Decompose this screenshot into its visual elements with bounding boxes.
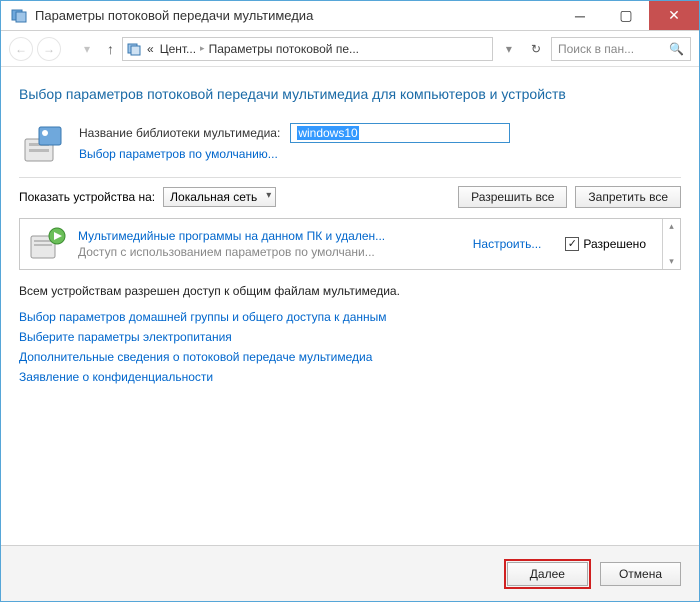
related-links: Выбор параметров домашней группы и общег…: [19, 310, 681, 384]
device-icon: [28, 224, 68, 264]
nav-toolbar: ← → ▾ ↑ « Цент... ▸ Параметры потоковой …: [1, 31, 699, 67]
dropdown-history-button[interactable]: ▾: [497, 37, 521, 61]
search-icon: 🔍: [669, 42, 684, 56]
nav-back-button[interactable]: ←: [9, 37, 33, 61]
minimize-button[interactable]: ─: [557, 1, 603, 30]
link-privacy[interactable]: Заявление о конфиденциальности: [19, 370, 681, 384]
status-text: Всем устройствам разрешен доступ к общим…: [19, 284, 681, 298]
page-heading: Выбор параметров потоковой передачи муль…: [19, 85, 681, 105]
scope-select[interactable]: Локальная сеть: [163, 187, 276, 207]
device-subtitle: Доступ с использованием параметров по ум…: [78, 245, 385, 259]
device-list: Мультимедийные программы на данном ПК и …: [19, 218, 681, 270]
close-button[interactable]: ✕: [649, 1, 699, 30]
recent-locations-button[interactable]: ▾: [75, 37, 99, 61]
device-title[interactable]: Мультимедийные программы на данном ПК и …: [78, 229, 385, 243]
link-moreinfo[interactable]: Дополнительные сведения о потоковой пере…: [19, 350, 681, 364]
footer-bar: Далее Отмена: [1, 545, 699, 601]
filter-row: Показать устройства на: Локальная сеть Р…: [19, 186, 681, 208]
device-allowed-label: Разрешено: [583, 237, 646, 251]
search-placeholder: Поиск в пан...: [558, 42, 634, 56]
breadcrumb-prefix: «: [145, 42, 156, 56]
chevron-right-icon: ▸: [200, 43, 205, 54]
scroll-down-icon: ▾: [669, 256, 674, 267]
filter-label: Показать устройства на:: [19, 190, 155, 204]
titlebar: Параметры потоковой передачи мультимедиа…: [1, 1, 699, 31]
content-area: Выбор параметров потоковой передачи муль…: [1, 67, 699, 545]
cancel-button[interactable]: Отмена: [600, 562, 681, 586]
breadcrumb-seg-2[interactable]: Параметры потоковой пе...: [207, 42, 361, 56]
window-title: Параметры потоковой передачи мультимедиа: [35, 8, 557, 23]
device-configure-link[interactable]: Настроить...: [473, 237, 542, 251]
library-name-input[interactable]: windows10: [290, 123, 510, 143]
breadcrumb-seg-1[interactable]: Цент...: [158, 42, 198, 56]
location-icon: [125, 40, 143, 58]
next-button[interactable]: Далее: [507, 562, 588, 586]
app-icon: [9, 6, 29, 26]
refresh-button[interactable]: ↻: [525, 42, 547, 56]
device-allowed-checkbox[interactable]: ✓ Разрешено: [565, 237, 646, 251]
defaults-link[interactable]: Выбор параметров по умолчанию...: [79, 147, 510, 161]
scroll-up-icon: ▴: [669, 221, 674, 232]
library-name-label: Название библиотеки мультимедиа:: [79, 126, 280, 140]
breadcrumb[interactable]: « Цент... ▸ Параметры потоковой пе...: [122, 37, 493, 61]
search-input[interactable]: Поиск в пан... 🔍: [551, 37, 691, 61]
library-section: Название библиотеки мультимедиа: windows…: [19, 123, 681, 167]
separator: [19, 177, 681, 178]
link-power[interactable]: Выберите параметры электропитания: [19, 330, 681, 344]
allow-all-button[interactable]: Разрешить все: [458, 186, 567, 208]
checkmark-icon: ✓: [565, 237, 579, 251]
block-all-button[interactable]: Запретить все: [575, 186, 681, 208]
maximize-button[interactable]: ▢: [603, 1, 649, 30]
nav-up-button[interactable]: ↑: [103, 41, 118, 57]
library-drive-icon: [19, 123, 67, 167]
link-homegroup[interactable]: Выбор параметров домашней группы и общег…: [19, 310, 681, 324]
nav-forward-button[interactable]: →: [37, 37, 61, 61]
library-name-value: windows10: [297, 126, 358, 140]
device-scrollbar[interactable]: ▴ ▾: [662, 219, 680, 269]
